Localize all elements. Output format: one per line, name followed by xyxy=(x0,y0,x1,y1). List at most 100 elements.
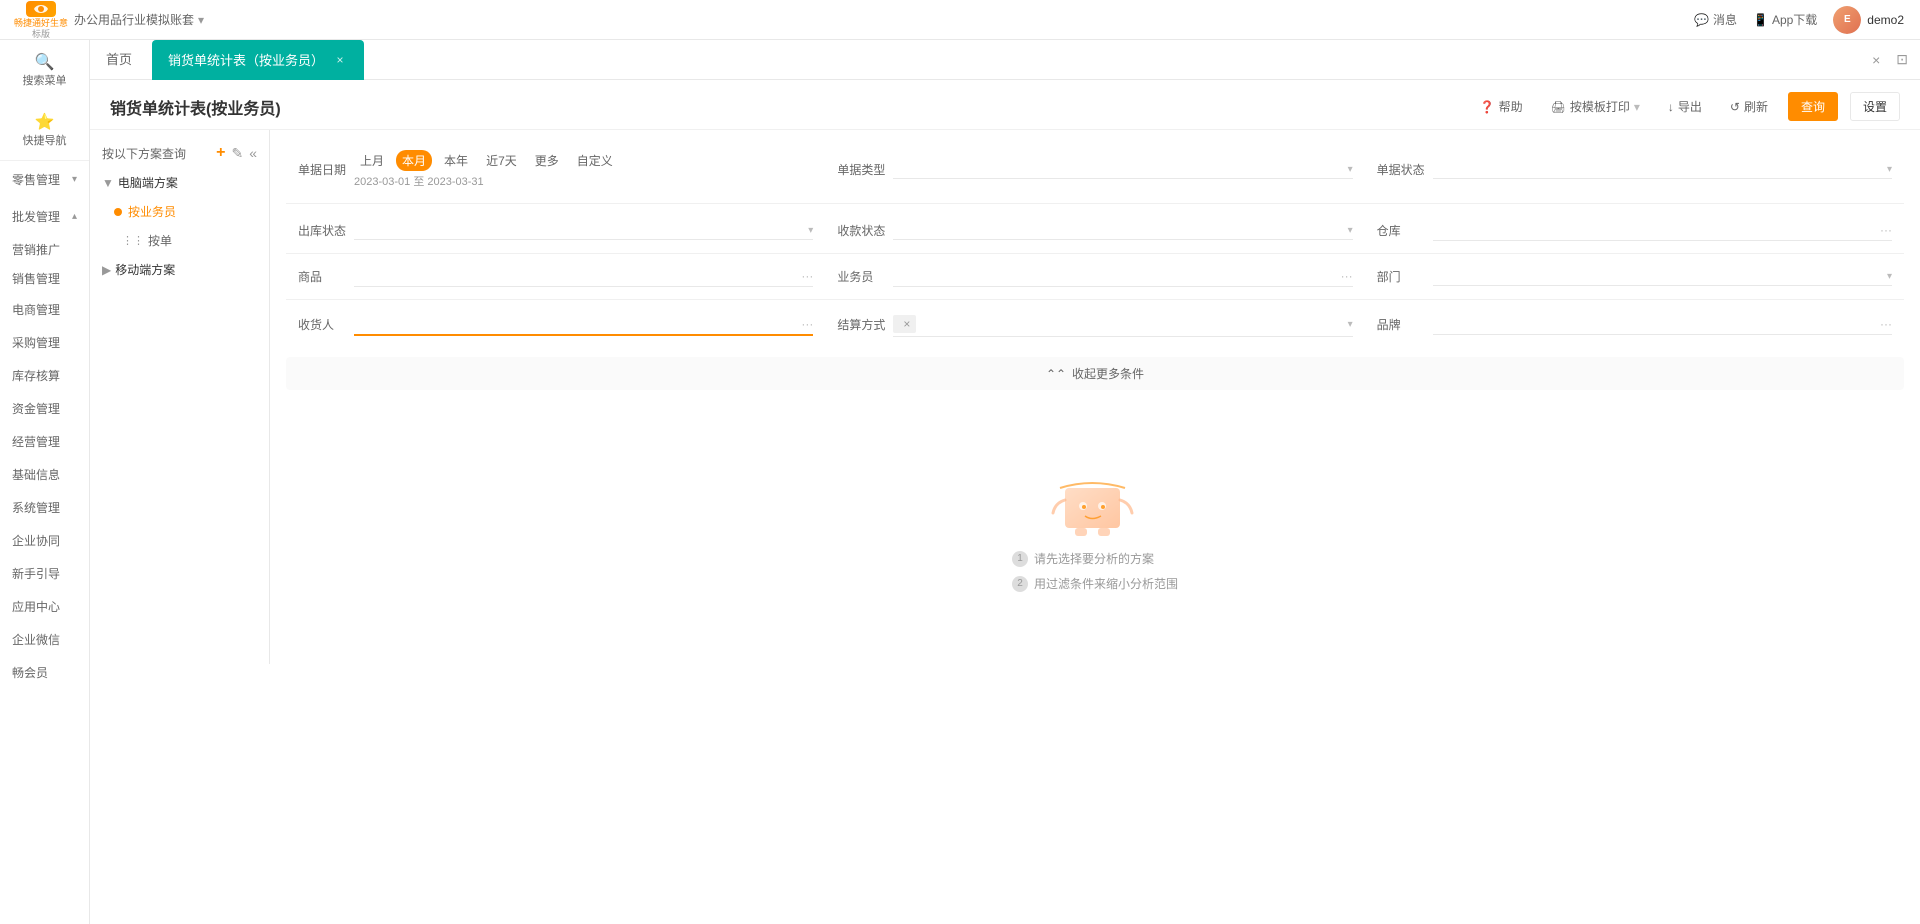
sidebar-item-search-menu[interactable]: 🔍 搜索菜单 xyxy=(0,40,89,100)
scheme-item-sales-rep[interactable]: 按业务员 xyxy=(90,197,269,226)
warehouse-dots-icon[interactable]: ··· xyxy=(1880,223,1892,237)
product-dots-icon[interactable]: ··· xyxy=(801,269,813,283)
sidebar-item-quick-nav-label: 快捷导航 xyxy=(23,135,67,148)
filter-item-receiver: 收货人 ··· xyxy=(286,304,825,345)
tab-close-icon[interactable]: × xyxy=(332,52,348,68)
brand-dots-icon[interactable]: ··· xyxy=(1880,317,1892,331)
date-tab-this-month[interactable]: 本月 xyxy=(396,150,432,171)
collapse-label: 收起更多条件 xyxy=(1072,365,1144,382)
brand-label: 品牌 xyxy=(1377,316,1425,333)
print-btn[interactable]: 🖨 按模板打印 ▾ xyxy=(1543,94,1648,119)
message-label: 消息 xyxy=(1713,11,1737,28)
help-btn[interactable]: ❓ 帮助 xyxy=(1472,94,1531,119)
query-btn[interactable]: 查询 xyxy=(1788,92,1838,121)
sidebar-item-retail[interactable]: 零售管理 ▾ xyxy=(0,161,89,198)
date-tab-this-year[interactable]: 本年 xyxy=(438,150,474,171)
date-label: 单据日期 xyxy=(298,161,346,178)
tab-home[interactable]: 首页 xyxy=(90,40,148,80)
newcomer-label: 新手引导 xyxy=(12,565,60,582)
marketing-label: 营销推广 xyxy=(12,241,60,258)
sidebar-item-operations[interactable]: 经营管理 xyxy=(0,425,89,458)
app-logo: 畅捷通好生意 标版 xyxy=(16,2,66,38)
export-icon: ↓ xyxy=(1668,100,1674,114)
sidebar-item-corp-wechat[interactable]: 企业微信 xyxy=(0,623,89,656)
empty-state-icon xyxy=(1045,458,1145,538)
export-btn[interactable]: ↓ 导出 xyxy=(1660,94,1710,119)
panel-title: 按以下方案查询 xyxy=(102,145,186,162)
ecommerce-label: 电商管理 xyxy=(12,301,60,318)
tip-text-2: 用过滤条件来缩小分析范围 xyxy=(1034,575,1178,592)
doc-type-arrow-icon: ▾ xyxy=(1348,164,1353,175)
refresh-btn[interactable]: ↺ 刷新 xyxy=(1722,94,1776,119)
salesperson-dots-icon[interactable]: ··· xyxy=(1341,269,1353,283)
print-icon: 🖨 xyxy=(1551,100,1566,114)
page-header: 销货单统计表(按业务员) ❓ 帮助 🖨 按模板打印 ▾ xyxy=(90,80,1920,130)
outbound-status-label: 出库状态 xyxy=(298,222,346,239)
product-label: 商品 xyxy=(298,268,346,285)
sidebar-item-wholesale[interactable]: 批发管理 ▴ xyxy=(0,198,89,235)
empty-tips: 1 请先选择要分析的方案 2 用过滤条件来缩小分析范围 xyxy=(1012,550,1178,592)
empty-tip-1: 1 请先选择要分析的方案 xyxy=(1012,550,1178,567)
settlement-tag-close-icon[interactable]: × xyxy=(903,317,910,331)
help-icon: ❓ xyxy=(1480,100,1495,114)
filter-item-doc-status: 单据状态 ▾ xyxy=(1365,142,1904,197)
sidebar-item-finance[interactable]: 资金管理 xyxy=(0,392,89,425)
basics-label: 基础信息 xyxy=(12,466,60,483)
filter-item-brand: 品牌 ··· xyxy=(1365,304,1904,345)
setting-btn[interactable]: 设置 xyxy=(1850,92,1900,121)
mobile-scheme-header[interactable]: ▶ 移动端方案 xyxy=(90,255,269,284)
collapse-up-icon: ⌃⌃ xyxy=(1046,367,1066,381)
filter-item-settlement: 结算方式 × ▾ xyxy=(825,304,1364,345)
mobile-scheme-arrow-icon: ▶ xyxy=(102,263,111,277)
right-panel: 单据日期 上月 本月 本年 近7天 更多 自定义 xyxy=(270,130,1920,664)
collapse-btn[interactable]: ⌃⌃ 收起更多条件 xyxy=(286,357,1904,390)
date-tab-last-month[interactable]: 上月 xyxy=(354,150,390,171)
sidebar-item-ecommerce[interactable]: 电商管理 xyxy=(0,293,89,326)
message-icon: 💬 xyxy=(1694,13,1709,27)
message-btn[interactable]: 💬 消息 xyxy=(1694,11,1737,28)
sidebar-item-app-center[interactable]: 应用中心 xyxy=(0,590,89,623)
window-close-icon[interactable]: × xyxy=(1868,48,1884,72)
user-section[interactable]: E demo2 xyxy=(1833,6,1904,34)
retail-arrow-icon: ▾ xyxy=(72,174,77,185)
sidebar-item-basics[interactable]: 基础信息 xyxy=(0,458,89,491)
date-tabs-row: 上月 本月 本年 近7天 更多 自定义 xyxy=(354,150,813,171)
sidebar-item-system[interactable]: 系统管理 xyxy=(0,491,89,524)
sidebar-item-vip[interactable]: 畅会员 xyxy=(0,656,89,689)
doc-status-arrow-icon: ▾ xyxy=(1887,164,1892,175)
sidebar-item-inventory[interactable]: 库存核算 xyxy=(0,359,89,392)
scheme-sub-item-by-order[interactable]: ⋮⋮ 按单 xyxy=(90,226,269,255)
filter-row-4: 收货人 ··· 结算方式 xyxy=(286,300,1904,349)
sub-item-icon: ⋮⋮ xyxy=(122,234,144,247)
sidebar-item-sales[interactable]: 销售管理 xyxy=(0,264,89,293)
sidebar-item-purchase[interactable]: 采购管理 xyxy=(0,326,89,359)
mobile-scheme-group: ▶ 移动端方案 xyxy=(90,255,269,284)
date-tab-more[interactable]: 更多 xyxy=(529,150,565,171)
sidebar-item-newcomer[interactable]: 新手引导 xyxy=(0,557,89,590)
date-range-text: 2023-03-01 至 2023-03-31 xyxy=(354,173,813,189)
filter-item-outbound-status: 出库状态 ▾ xyxy=(286,212,825,249)
receiver-label: 收货人 xyxy=(298,316,346,333)
pc-scheme-group: ▼ 电脑端方案 按业务员 ⋮⋮ 按单 xyxy=(90,168,269,255)
pc-scheme-header[interactable]: ▼ 电脑端方案 xyxy=(90,168,269,197)
edit-scheme-icon[interactable]: ✎ xyxy=(231,145,243,162)
tip-num-2: 2 xyxy=(1012,576,1028,592)
breadcrumb-dropdown-icon[interactable]: ▾ xyxy=(198,13,204,27)
top-bar-right: 💬 消息 📱 App下载 E demo2 xyxy=(1694,6,1904,34)
date-tab-custom[interactable]: 自定义 xyxy=(571,150,619,171)
content-body: 按以下方案查询 + ✎ « ▼ 电脑端方案 xyxy=(90,130,1920,664)
receiver-dots-icon[interactable]: ··· xyxy=(801,317,813,331)
sidebar-item-quick-nav[interactable]: ⭐ 快捷导航 xyxy=(0,100,89,160)
collapse-panel-icon[interactable]: « xyxy=(249,145,257,161)
sidebar-item-cooperation[interactable]: 企业协同 xyxy=(0,524,89,557)
user-name[interactable]: demo2 xyxy=(1867,13,1904,27)
add-scheme-icon[interactable]: + xyxy=(216,144,225,162)
sidebar-item-marketing[interactable]: 营销推广 xyxy=(0,235,89,264)
window-expand-icon[interactable]: ⊡ xyxy=(1892,47,1912,72)
tab-active[interactable]: 销货单统计表（按业务员） × xyxy=(152,40,364,80)
date-tab-7days[interactable]: 近7天 xyxy=(480,150,523,171)
finance-label: 资金管理 xyxy=(12,400,60,417)
app-download-btn[interactable]: 📱 App下载 xyxy=(1753,11,1817,28)
system-label: 系统管理 xyxy=(12,499,60,516)
logo-icon xyxy=(26,1,56,17)
